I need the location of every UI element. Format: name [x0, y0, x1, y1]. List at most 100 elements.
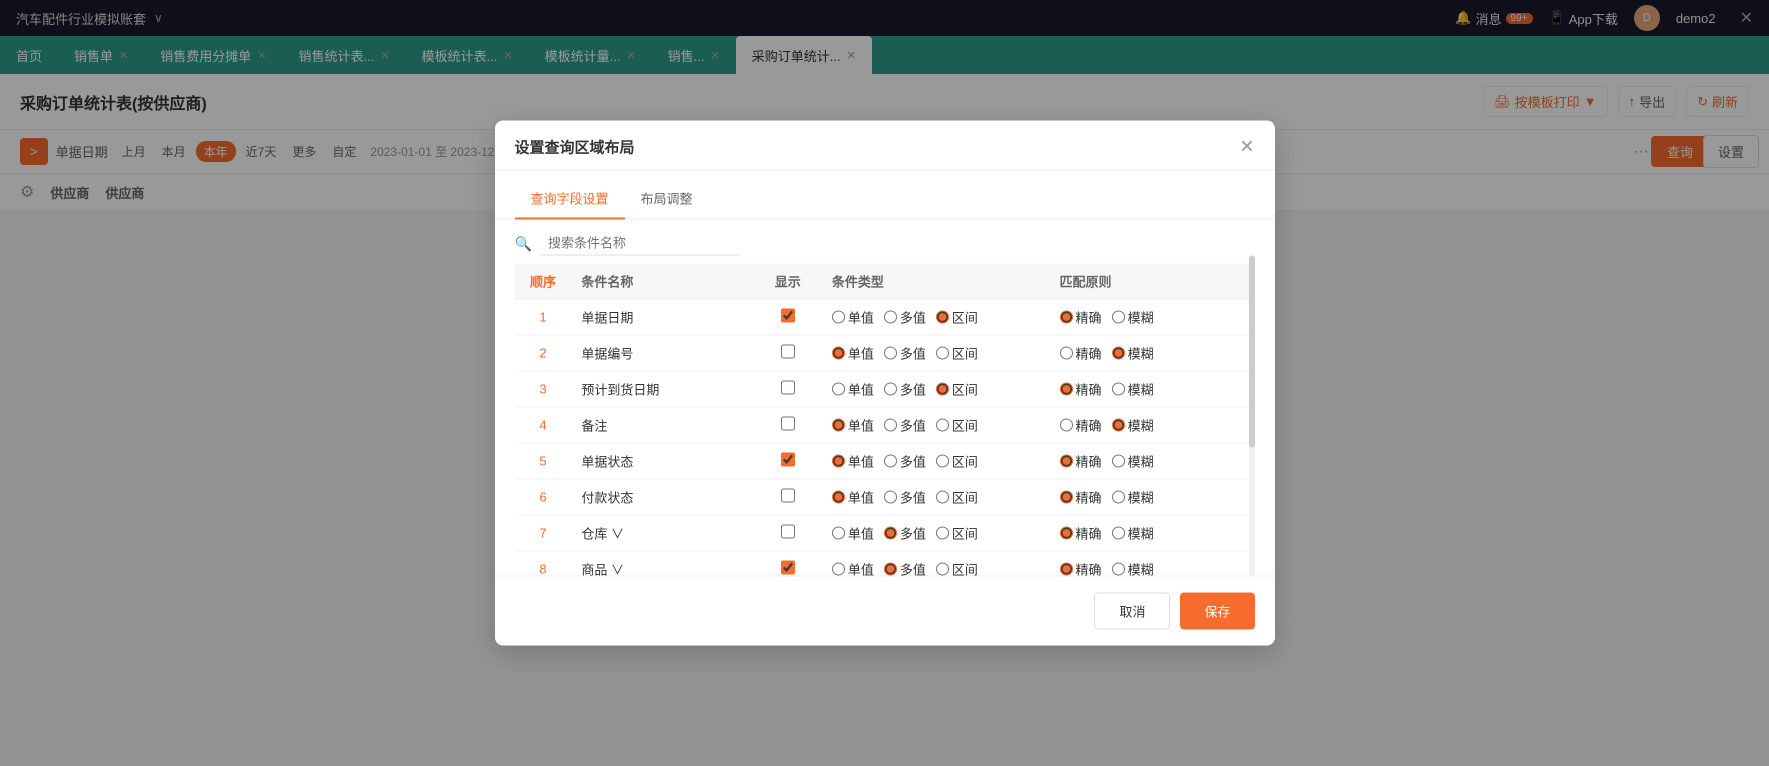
row-6-show[interactable]: [754, 479, 822, 515]
row-1-show[interactable]: [754, 299, 822, 335]
th-name: 条件名称: [571, 264, 753, 300]
row-1-match-模糊[interactable]: 模糊: [1112, 308, 1154, 327]
row-1-type-单值[interactable]: 单值: [832, 308, 874, 327]
row-1-type-区间[interactable]: 区间: [936, 308, 978, 327]
row-2-type-单值[interactable]: 单值: [832, 344, 874, 363]
row-2-order: 2: [515, 335, 572, 371]
tab-layout-adjust[interactable]: 布局调整: [625, 183, 709, 220]
save-button[interactable]: 保存: [1180, 593, 1254, 630]
table-row: 7仓库 ∨单值多值区间精确模糊: [515, 515, 1255, 551]
row-8-type-单值[interactable]: 单值: [832, 560, 874, 576]
row-3-match: 精确模糊: [1050, 371, 1255, 407]
row-7-match-模糊[interactable]: 模糊: [1112, 524, 1154, 543]
row-7-name: 仓库 ∨: [571, 515, 753, 551]
row-8-name: 商品 ∨: [571, 551, 753, 576]
modal-footer: 取消 保存: [495, 576, 1275, 646]
row-8-type-多值[interactable]: 多值: [884, 560, 926, 576]
row-4-type-单值[interactable]: 单值: [832, 416, 874, 435]
row-3-type-区间[interactable]: 区间: [936, 380, 978, 399]
row-5-name: 单据状态: [571, 443, 753, 479]
scrollbar-track[interactable]: [1249, 256, 1255, 576]
row-8-show-checkbox[interactable]: [781, 561, 795, 575]
table-row: 3预计到货日期 单值多值区间 精确模糊: [515, 371, 1255, 407]
table-row: 2单据编号 单值多值区间 精确模糊: [515, 335, 1255, 371]
row-6-match: 精确模糊: [1050, 479, 1255, 515]
row-5-match-模糊[interactable]: 模糊: [1112, 452, 1154, 471]
row-2-match: 精确模糊: [1050, 335, 1255, 371]
row-3-match-精确[interactable]: 精确: [1060, 380, 1102, 399]
row-4-match-模糊[interactable]: 模糊: [1112, 416, 1154, 435]
row-3-type-单值[interactable]: 单值: [832, 380, 874, 399]
row-5-show[interactable]: [754, 443, 822, 479]
table-row: 4备注单值多值区间精确模糊: [515, 407, 1255, 443]
row-7-type: 单值多值区间: [822, 515, 1050, 551]
row-2-show-checkbox[interactable]: [781, 345, 795, 359]
row-2-show[interactable]: [754, 335, 822, 371]
row-4-type: 单值多值区间: [822, 407, 1050, 443]
row-6-match-精确[interactable]: 精确: [1060, 488, 1102, 507]
row-3-show-checkbox[interactable]: [781, 381, 795, 395]
row-4-match-精确[interactable]: 精确: [1060, 416, 1102, 435]
row-1-type: 单值多值区间: [822, 299, 1050, 335]
table-row: 5单据状态单值多值区间精确模糊: [515, 443, 1255, 479]
row-8-show[interactable]: [754, 551, 822, 576]
row-1-show-checkbox[interactable]: [781, 309, 795, 323]
row-4-type-多值[interactable]: 多值: [884, 416, 926, 435]
row-1-type-多值[interactable]: 多值: [884, 308, 926, 327]
row-6-type-区间[interactable]: 区间: [936, 488, 978, 507]
search-input[interactable]: [540, 232, 740, 256]
tab-field-settings[interactable]: 查询字段设置: [515, 183, 625, 220]
row-4-type-区间[interactable]: 区间: [936, 416, 978, 435]
row-4-show[interactable]: [754, 407, 822, 443]
row-4-show-checkbox[interactable]: [781, 417, 795, 431]
row-2-type-多值[interactable]: 多值: [884, 344, 926, 363]
row-5-type-区间[interactable]: 区间: [936, 452, 978, 471]
row-3-show[interactable]: [754, 371, 822, 407]
row-5-type: 单值多值区间: [822, 443, 1050, 479]
cancel-button[interactable]: 取消: [1094, 593, 1170, 630]
row-7-match: 精确模糊: [1050, 515, 1255, 551]
row-7-match-精确[interactable]: 精确: [1060, 524, 1102, 543]
row-2-match-模糊[interactable]: 模糊: [1112, 344, 1154, 363]
row-2-name: 单据编号: [571, 335, 753, 371]
row-5-match: 精确模糊: [1050, 443, 1255, 479]
row-7-show-checkbox[interactable]: [781, 525, 795, 539]
modal-close-button[interactable]: ✕: [1239, 137, 1254, 158]
row-7-type-区间[interactable]: 区间: [936, 524, 978, 543]
row-6-type-多值[interactable]: 多值: [884, 488, 926, 507]
th-order: 顺序: [515, 264, 572, 300]
row-7-type-多值[interactable]: 多值: [884, 524, 926, 543]
row-1-match-精确[interactable]: 精确: [1060, 308, 1102, 327]
table-scroll-area: 顺序 条件名称 显示 条件类型 匹配原则 1单据日期单值多值区间精确模糊2单据编…: [515, 256, 1255, 576]
row-3-match-模糊[interactable]: 模糊: [1112, 380, 1154, 399]
row-8-match-模糊[interactable]: 模糊: [1112, 560, 1154, 576]
table-row: 8商品 ∨单值多值区间精确模糊: [515, 551, 1255, 576]
modal-search-area: 🔍: [495, 220, 1275, 256]
table-row: 6付款状态单值多值区间精确模糊: [515, 479, 1255, 515]
row-4-name: 备注: [571, 407, 753, 443]
modal-tabs: 查询字段设置 布局调整: [495, 171, 1275, 220]
row-2-match-精确[interactable]: 精确: [1060, 344, 1102, 363]
row-7-type-单值[interactable]: 单值: [832, 524, 874, 543]
row-6-show-checkbox[interactable]: [781, 489, 795, 503]
row-2-type-区间[interactable]: 区间: [936, 344, 978, 363]
th-show: 显示: [754, 264, 822, 300]
row-3-type-多值[interactable]: 多值: [884, 380, 926, 399]
row-7-show[interactable]: [754, 515, 822, 551]
row-3-order: 3: [515, 371, 572, 407]
scrollbar-thumb[interactable]: [1249, 256, 1255, 448]
row-8-match-精确[interactable]: 精确: [1060, 560, 1102, 576]
row-5-match-精确[interactable]: 精确: [1060, 452, 1102, 471]
row-6-type-单值[interactable]: 单值: [832, 488, 874, 507]
row-6-match-模糊[interactable]: 模糊: [1112, 488, 1154, 507]
row-5-type-单值[interactable]: 单值: [832, 452, 874, 471]
row-5-order: 5: [515, 443, 572, 479]
row-5-type-多值[interactable]: 多值: [884, 452, 926, 471]
row-3-name: 预计到货日期: [571, 371, 753, 407]
row-8-type-区间[interactable]: 区间: [936, 560, 978, 576]
row-4-match: 精确模糊: [1050, 407, 1255, 443]
row-4-order: 4: [515, 407, 572, 443]
row-5-show-checkbox[interactable]: [781, 453, 795, 467]
search-icon: 🔍: [515, 235, 532, 252]
modal-title: 设置查询区域布局: [515, 137, 635, 158]
